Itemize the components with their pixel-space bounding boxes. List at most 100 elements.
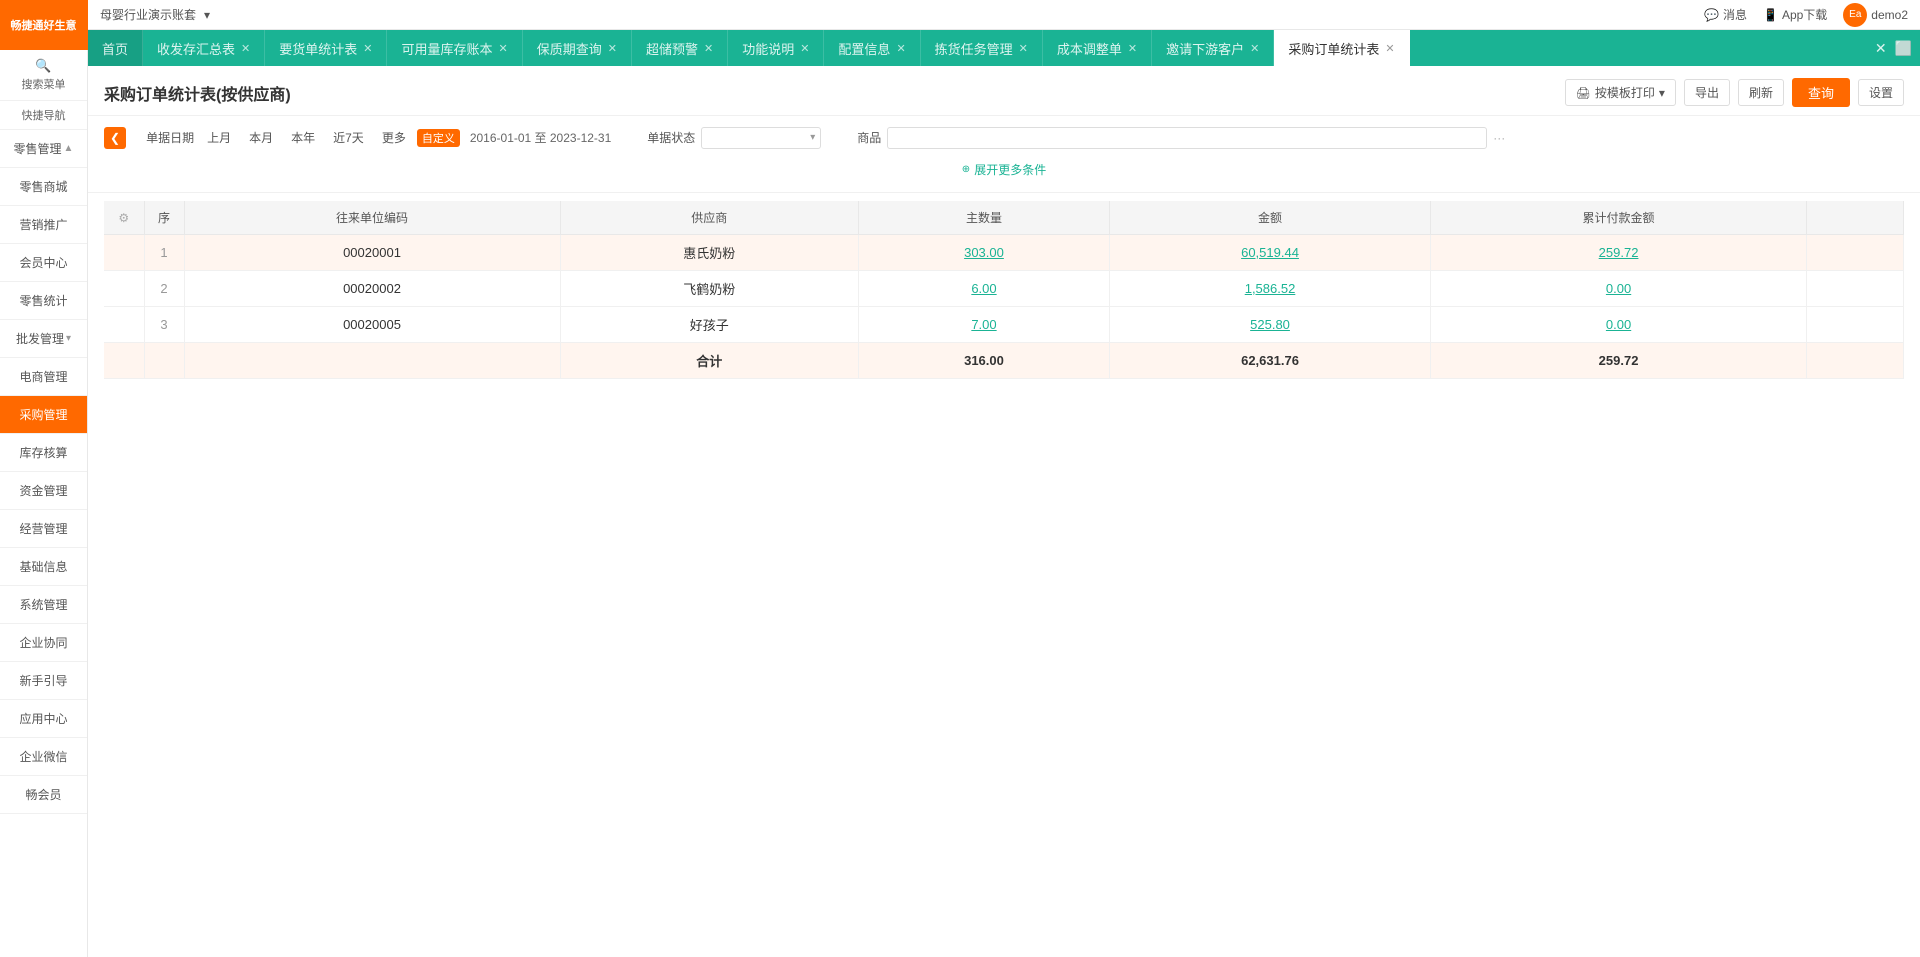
date-btn-more[interactable]: 更多 [375, 126, 413, 149]
tab-home[interactable]: 首页 [88, 30, 143, 66]
refresh-label: 刷新 [1749, 86, 1773, 100]
sidebar-item-member[interactable]: 会员中心 [0, 244, 87, 282]
tab-overstock[interactable]: 超储预警 ✕ [632, 30, 728, 66]
print-label: 按模板打印 [1595, 84, 1655, 101]
sidebar-item-retail-mall[interactable]: 零售商城 [0, 168, 87, 206]
sidebar-item-quick-nav[interactable]: 快捷导航 [0, 101, 87, 130]
row3-amount[interactable]: 525.80 [1109, 307, 1430, 343]
print-button[interactable]: 🖨 按模板打印 ▾ [1565, 79, 1676, 106]
message-btn[interactable]: 💬 消息 [1704, 6, 1747, 23]
row1-qty[interactable]: 303.00 [858, 235, 1109, 271]
footer-label: 合计 [560, 343, 858, 379]
sidebar-item-finance[interactable]: 资金管理 [0, 472, 87, 510]
custom-date-badge[interactable]: 自定义 [417, 129, 460, 147]
sidebar-item-enterprise[interactable]: 企业协同 [0, 624, 87, 662]
tab-collect[interactable]: 收发存汇总表 ✕ [143, 30, 265, 66]
tab-purchase-stat[interactable]: 采购订单统计表 ✕ [1274, 30, 1409, 66]
date-btn-this-year[interactable]: 本年 [284, 126, 322, 149]
row2-amount[interactable]: 1,586.52 [1109, 271, 1430, 307]
sidebar-item-ecommerce[interactable]: 电商管理 [0, 358, 87, 396]
chevron-down-icon: ▲ [64, 143, 74, 154]
topbar-dropdown-icon[interactable]: ▾ [204, 8, 210, 22]
col-index-header: 序 [144, 201, 184, 235]
export-button[interactable]: 导出 [1684, 79, 1730, 106]
status-select[interactable] [701, 127, 821, 149]
tab-inventory[interactable]: 可用量库存账本 ✕ [387, 30, 522, 66]
row2-qty[interactable]: 6.00 [858, 271, 1109, 307]
row1-amount[interactable]: 60,519.44 [1109, 235, 1430, 271]
tab-expiry-close[interactable]: ✕ [608, 42, 617, 55]
sidebar-item-guide[interactable]: 新手引导 [0, 662, 87, 700]
col-settings: ⚙ [104, 201, 144, 235]
goods-input[interactable] [887, 127, 1487, 149]
row1-index: 1 [144, 235, 184, 271]
sidebar-item-operations[interactable]: 经营管理 [0, 510, 87, 548]
footer-qty: 316.00 [858, 343, 1109, 379]
refresh-button[interactable]: 刷新 [1738, 79, 1784, 106]
sidebar-item-system[interactable]: 系统管理 [0, 586, 87, 624]
topbar: 母婴行业演示账套 ▾ 💬 消息 📱 App下载 Ea demo2 [88, 0, 1920, 30]
row2-settings [104, 271, 144, 307]
tab-collect-label: 收发存汇总表 [157, 39, 235, 58]
tab-goods-stat[interactable]: 要货单统计表 ✕ [265, 30, 387, 66]
tab-task-close[interactable]: ✕ [1019, 42, 1028, 55]
date-btn-last-month[interactable]: 上月 [200, 126, 238, 149]
sidebar-item-inventory[interactable]: 库存核算 [0, 434, 87, 472]
filter-collapse-btn[interactable]: ❮ [104, 127, 126, 149]
settings-button[interactable]: 设置 [1858, 79, 1904, 106]
sidebar-item-wechat[interactable]: 企业微信 [0, 738, 87, 776]
tab-invite[interactable]: 邀请下游客户 ✕ [1152, 30, 1274, 66]
tab-invite-close[interactable]: ✕ [1250, 42, 1259, 55]
row1-settings [104, 235, 144, 271]
tab-config-close[interactable]: ✕ [896, 42, 905, 55]
query-button[interactable]: 查询 [1792, 78, 1850, 107]
row2-paid[interactable]: 0.00 [1431, 271, 1807, 307]
tab-collect-close[interactable]: ✕ [241, 42, 250, 55]
sidebar-search-label: 搜索菜单 [22, 76, 66, 92]
tab-goods-stat-close[interactable]: ✕ [363, 42, 372, 55]
sidebar-item-app-center[interactable]: 应用中心 [0, 700, 87, 738]
tab-purchase-stat-close[interactable]: ✕ [1385, 42, 1394, 55]
goods-more-icon[interactable]: ··· [1493, 131, 1505, 145]
date-btn-7days[interactable]: 近7天 [326, 126, 371, 149]
tab-cost[interactable]: 成本调整单 ✕ [1043, 30, 1152, 66]
expand-label: 展开更多条件 [974, 161, 1046, 178]
expand-filters-btn[interactable]: ⊕ 展开更多条件 [946, 157, 1062, 182]
tab-config[interactable]: 配置信息 ✕ [824, 30, 920, 66]
tab-expiry[interactable]: 保质期查询 ✕ [523, 30, 632, 66]
sidebar-item-vip[interactable]: 畅会员 [0, 776, 87, 814]
row3-paid[interactable]: 0.00 [1431, 307, 1807, 343]
sidebar-item-purchase[interactable]: 采购管理 [0, 396, 87, 434]
tab-inventory-label: 可用量库存账本 [401, 39, 492, 58]
search-icon: 🔍 [35, 58, 51, 74]
row2-supplier: 飞鹤奶粉 [560, 271, 858, 307]
col-qty-header: 主数量 [858, 201, 1109, 235]
sidebar-item-wholesale[interactable]: 批发管理 ▾ [0, 320, 87, 358]
tab-function[interactable]: 功能说明 ✕ [728, 30, 824, 66]
app-logo: 畅捷通好生意 [0, 0, 88, 50]
table-row: 3 00020005 好孩子 7.00 525.80 0.00 [104, 307, 1904, 343]
row2-code: 00020002 [184, 271, 560, 307]
sidebar-item-marketing[interactable]: 营销推广 [0, 206, 87, 244]
tab-inventory-close[interactable]: ✕ [499, 42, 508, 55]
tab-config-label: 配置信息 [838, 39, 890, 58]
column-settings-icon[interactable]: ⚙ [118, 211, 129, 225]
sidebar-item-search[interactable]: 🔍 搜索菜单 [0, 50, 87, 101]
user-menu[interactable]: Ea demo2 [1843, 3, 1908, 27]
row1-paid[interactable]: 259.72 [1431, 235, 1807, 271]
app-download-btn[interactable]: 📱 App下载 [1763, 6, 1827, 23]
tab-close-all-icon[interactable]: ✕ [1875, 40, 1887, 57]
tab-task[interactable]: 拣货任务管理 ✕ [921, 30, 1043, 66]
sidebar-finance-label: 资金管理 [19, 482, 67, 499]
row3-qty[interactable]: 7.00 [858, 307, 1109, 343]
tab-expand-icon[interactable]: ⬜ [1895, 40, 1912, 57]
date-btn-this-month[interactable]: 本月 [242, 126, 280, 149]
export-label: 导出 [1695, 86, 1719, 100]
sidebar-item-retail[interactable]: 零售管理 ▲ [0, 130, 87, 168]
footer-index [144, 343, 184, 379]
sidebar-item-retail-stat[interactable]: 零售统计 [0, 282, 87, 320]
sidebar-item-basic[interactable]: 基础信息 [0, 548, 87, 586]
tab-function-close[interactable]: ✕ [800, 42, 809, 55]
tab-cost-close[interactable]: ✕ [1128, 42, 1137, 55]
tab-overstock-close[interactable]: ✕ [704, 42, 713, 55]
